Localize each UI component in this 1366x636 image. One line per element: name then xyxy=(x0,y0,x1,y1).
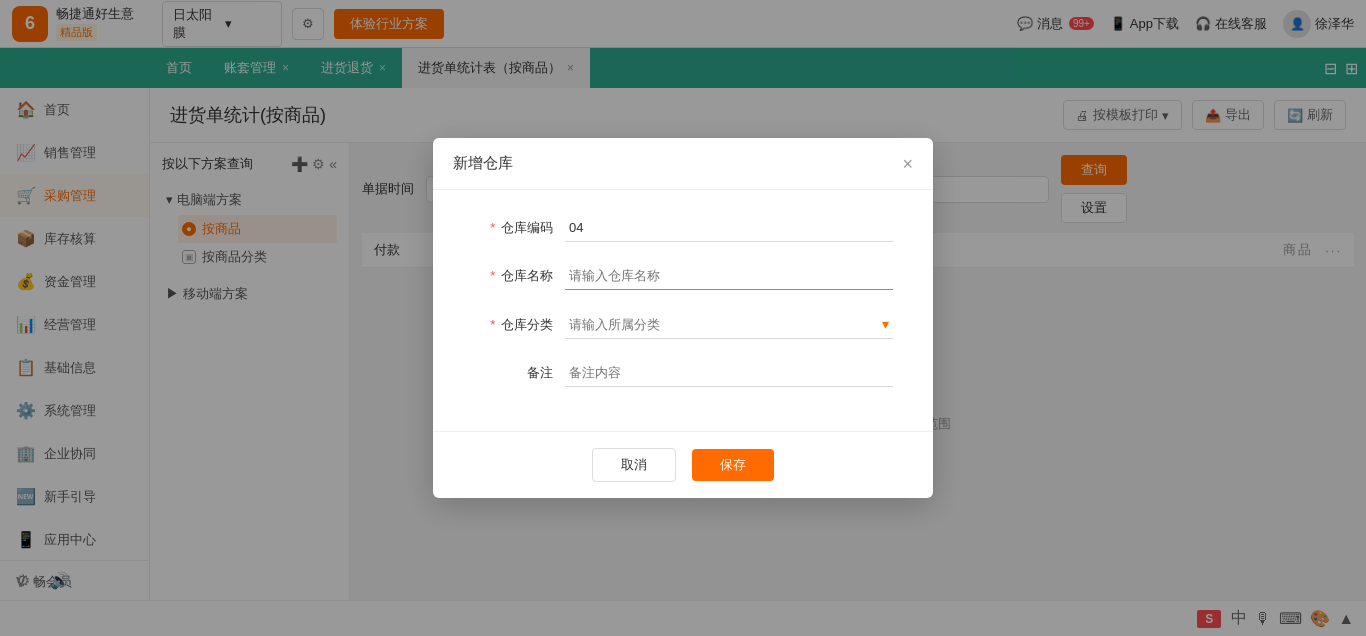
category-select-wrapper[interactable]: ▾ xyxy=(565,310,893,339)
form-row-name: 仓库名称 xyxy=(473,262,893,290)
remark-input[interactable] xyxy=(565,359,893,387)
dialog-body: 仓库编码 仓库名称 仓库分类 ▾ xyxy=(433,190,933,431)
category-input[interactable] xyxy=(569,317,882,332)
form-row-remark: 备注 xyxy=(473,359,893,387)
dialog-title: 新增仓库 xyxy=(453,154,513,173)
name-label: 仓库名称 xyxy=(473,267,553,285)
new-warehouse-dialog: 新增仓库 × 仓库编码 仓库名称 仓库分类 xyxy=(433,138,933,498)
form-row-code: 仓库编码 xyxy=(473,214,893,242)
category-arrow-icon: ▾ xyxy=(882,316,889,332)
code-input[interactable] xyxy=(565,214,893,242)
name-input[interactable] xyxy=(565,262,893,290)
form-row-category: 仓库分类 ▾ xyxy=(473,310,893,339)
code-label: 仓库编码 xyxy=(473,219,553,237)
dialog-footer: 取消 保存 xyxy=(433,431,933,498)
dialog-header: 新增仓库 × xyxy=(433,138,933,190)
save-button[interactable]: 保存 xyxy=(692,449,774,481)
modal-overlay: 新增仓库 × 仓库编码 仓库名称 仓库分类 xyxy=(0,0,1366,636)
cancel-button[interactable]: 取消 xyxy=(592,448,676,482)
dialog-close-button[interactable]: × xyxy=(902,155,913,173)
remark-label: 备注 xyxy=(473,364,553,382)
category-label: 仓库分类 xyxy=(473,316,553,334)
